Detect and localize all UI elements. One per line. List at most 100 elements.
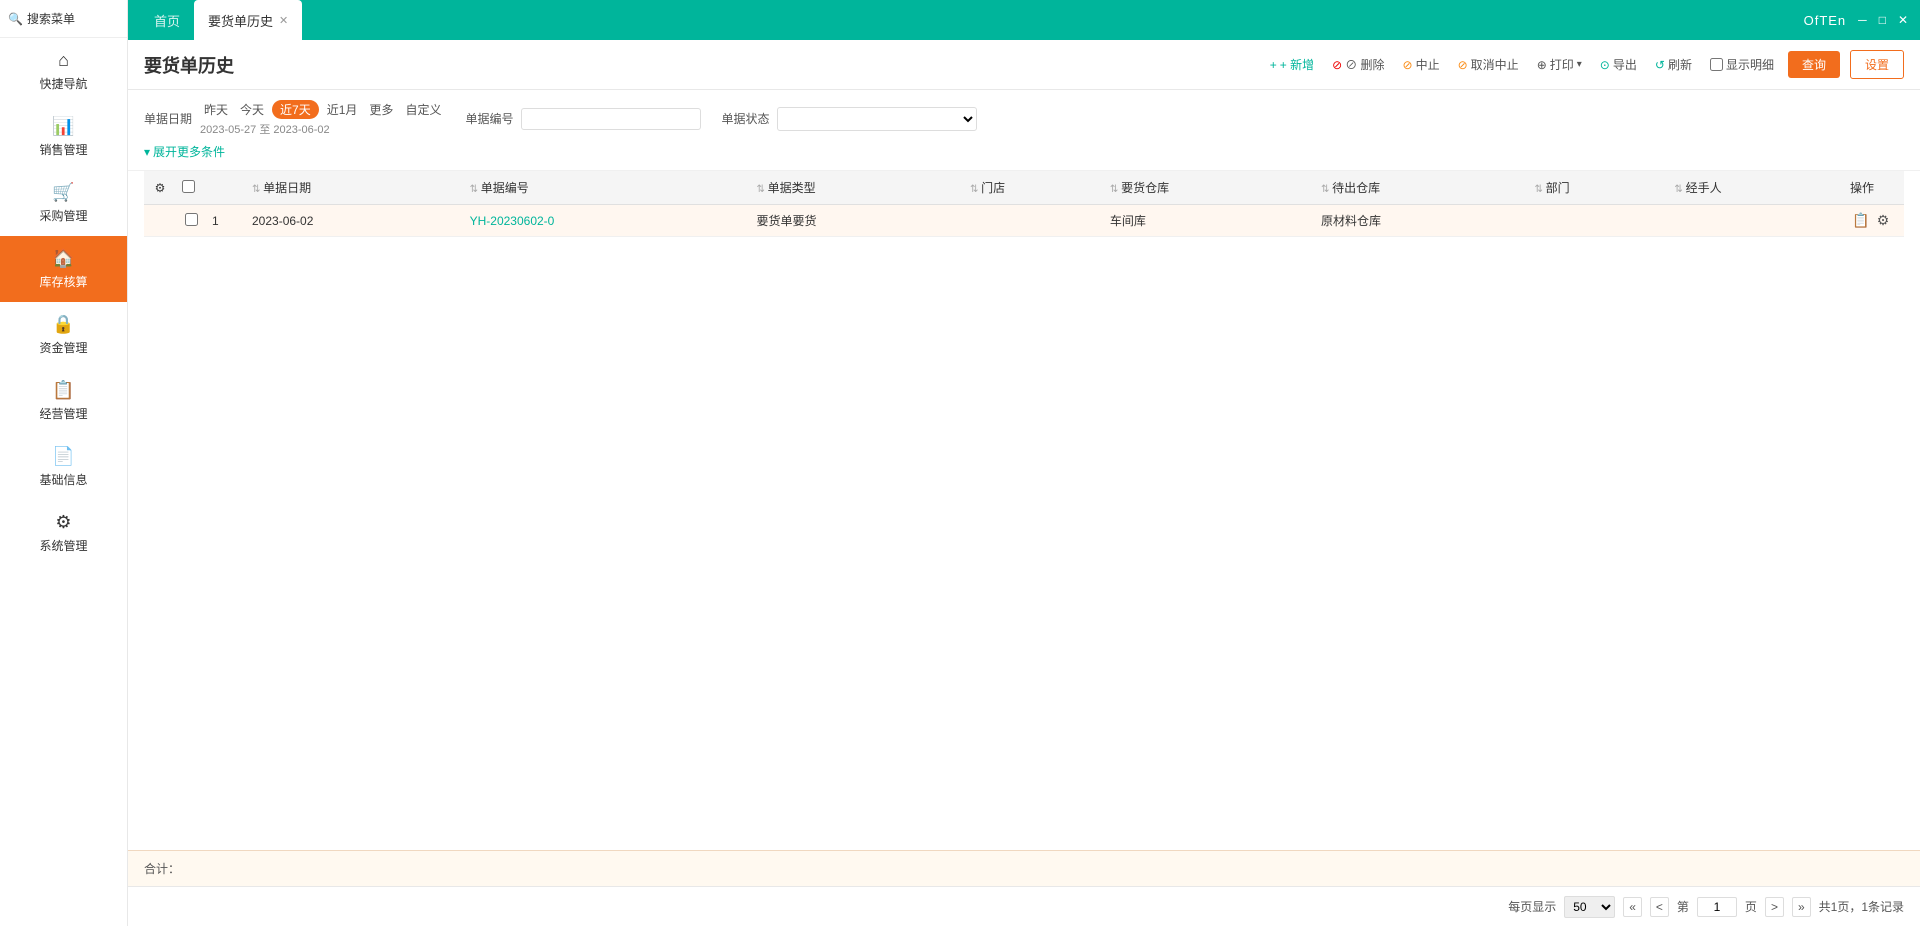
refresh-icon: ↺ (1655, 58, 1665, 72)
tab-home-label: 首页 (154, 11, 180, 30)
status-filter-group: 单据状态 (721, 107, 977, 131)
first-page-button[interactable]: « (1623, 897, 1642, 917)
often-label: OfTEn (1804, 13, 1847, 28)
export-icon: ⊙ (1600, 58, 1610, 72)
sidebar-item-purchase[interactable]: 🛒 采购管理 (0, 170, 127, 236)
per-page-select[interactable]: 20 50 100 (1564, 896, 1615, 918)
topbar: 首页 要货单历史 ✕ OfTEn ─ □ ✕ (128, 0, 1920, 40)
row-edit-icon[interactable]: 📋 (1852, 212, 1869, 228)
tab-close-icon[interactable]: ✕ (279, 14, 288, 27)
column-doc-type[interactable]: ⇅ 单据类型 (750, 171, 964, 205)
row-date: 2023-06-02 (246, 205, 464, 237)
filter-row: 单据日期 昨天 今天 近7天 近1月 更多 自定义 2023-05-27 至 2… (144, 100, 1904, 137)
sidebar-item-ops[interactable]: 📋 经营管理 (0, 368, 127, 434)
status-label: 单据状态 (721, 110, 769, 127)
new-button[interactable]: + + 新增 (1266, 54, 1318, 75)
row-doc-no: YH-20230602-0 (464, 205, 751, 237)
doc-no-filter-group: 单据编号 (465, 108, 701, 130)
data-table: ⚙ ⇅ 单据日期 ⇅ 单据编号 ⇅ 单据类型 ⇅ 门店 ⇅ 要货仓库 ⇅ 待出仓… (144, 171, 1904, 237)
column-ops: 操作 (1844, 171, 1904, 205)
expand-icon: ▾ (144, 145, 150, 159)
table-body: 1 2023-06-02 YH-20230602-0 要货单要货 车间库 原材料… (144, 205, 1904, 237)
cancel-stop-button[interactable]: ⊘ 取消中止 (1454, 54, 1523, 75)
export-button[interactable]: ⊙ 导出 (1596, 54, 1641, 75)
maximize-button[interactable]: □ (1879, 13, 1886, 27)
page-number-input[interactable] (1697, 897, 1737, 917)
column-pending-warehouse[interactable]: ⇅ 待出仓库 (1315, 171, 1529, 205)
stop-button[interactable]: ⊘ 中止 (1399, 54, 1444, 75)
sidebar-item-home[interactable]: ⌂ 快捷导航 (0, 38, 127, 104)
tab-history[interactable]: 要货单历史 ✕ (194, 0, 302, 40)
sidebar-item-basic[interactable]: 📄 基础信息 (0, 434, 127, 500)
tab-home[interactable]: 首页 (140, 0, 194, 40)
page-title: 要货单历史 (144, 52, 1258, 78)
last-page-button[interactable]: » (1792, 897, 1811, 917)
row-handler (1668, 205, 1844, 237)
column-date[interactable]: ⇅ 单据日期 (246, 171, 464, 205)
row-select-checkbox[interactable] (185, 213, 198, 226)
date-opt-today[interactable]: 今天 (236, 100, 268, 119)
column-handler[interactable]: ⇅ 经手人 (1668, 171, 1844, 205)
row-doc-type: 要货单要货 (750, 205, 964, 237)
display-detail-checkbox[interactable] (1710, 58, 1723, 71)
sort-icon: ⇅ (970, 184, 981, 195)
date-options-group: 昨天 今天 近7天 近1月 更多 自定义 2023-05-27 至 2023-0… (200, 100, 445, 137)
date-range-display: 2023-05-27 至 2023-06-02 (200, 121, 445, 137)
date-opt-yesterday[interactable]: 昨天 (200, 100, 232, 119)
select-all-checkbox[interactable] (182, 180, 195, 193)
sort-icon: ⇅ (1321, 184, 1332, 195)
sidebar-item-label: 经营管理 (39, 405, 87, 422)
date-opt-1month[interactable]: 近1月 (323, 100, 362, 119)
column-settings[interactable]: ⚙ (144, 171, 176, 205)
column-checkbox (176, 171, 206, 205)
status-select[interactable] (777, 107, 977, 131)
query-button[interactable]: 查询 (1788, 51, 1840, 78)
pagination: 每页显示 20 50 100 « < 第 页 > » 共1页，1条记录 (128, 886, 1920, 926)
date-opt-7days[interactable]: 近7天 (272, 100, 319, 119)
expand-label: 展开更多条件 (153, 143, 225, 160)
column-store[interactable]: ⇅ 门店 (964, 171, 1104, 205)
doc-no-input[interactable] (521, 108, 701, 130)
date-opt-custom[interactable]: 自定义 (401, 100, 445, 119)
row-more-icon[interactable]: ⚙ (1877, 212, 1890, 228)
sales-icon: 📊 (52, 116, 74, 137)
sidebar-item-inventory[interactable]: 🏠 库存核算 (0, 236, 127, 302)
sidebar-item-system[interactable]: ⚙ 系统管理 (0, 500, 127, 566)
sidebar-item-finance[interactable]: 🔒 资金管理 (0, 302, 127, 368)
sidebar-item-label: 快捷导航 (39, 75, 87, 92)
close-button[interactable]: ✕ (1898, 13, 1908, 27)
sort-icon: ⇅ (1674, 184, 1685, 195)
search-menu[interactable]: 🔍 搜索菜单 (0, 0, 127, 38)
expand-conditions-button[interactable]: ▾ 展开更多条件 (144, 143, 1904, 160)
row-settings (144, 205, 176, 237)
gear-icon: ⚙ (155, 181, 166, 195)
delete-button[interactable]: ⊘ ⊘ 删除 (1328, 54, 1388, 75)
sidebar-item-label: 采购管理 (39, 207, 87, 224)
sidebar-item-sales[interactable]: 📊 销售管理 (0, 104, 127, 170)
ops-icon: 📋 (52, 380, 74, 401)
row-checkbox[interactable] (176, 205, 206, 237)
doc-no-link[interactable]: YH-20230602-0 (470, 214, 555, 228)
row-num: 1 (206, 205, 246, 237)
inventory-icon: 🏠 (52, 248, 74, 269)
refresh-button[interactable]: ↺ 刷新 (1651, 54, 1696, 75)
sidebar-item-label: 系统管理 (39, 537, 87, 554)
column-num (206, 171, 246, 205)
per-page-label: 每页显示 (1508, 898, 1556, 915)
page-label: 第 (1677, 898, 1689, 915)
print-button[interactable]: ⊕ 打印 ▾ (1533, 54, 1586, 75)
column-doc-no[interactable]: ⇅ 单据编号 (464, 171, 751, 205)
page-header: 要货单历史 + + 新增 ⊘ ⊘ 删除 ⊘ 中止 ⊘ 取消中止 (128, 40, 1920, 90)
minimize-button[interactable]: ─ (1858, 13, 1867, 27)
sidebar: 🔍 搜索菜单 ⌂ 快捷导航 📊 销售管理 🛒 采购管理 🏠 库存核算 🔒 资金管… (0, 0, 128, 926)
date-opt-more[interactable]: 更多 (365, 100, 397, 119)
row-pending-warehouse: 原材料仓库 (1315, 205, 1529, 237)
display-detail-button[interactable]: 显示明细 (1706, 54, 1778, 75)
column-dept[interactable]: ⇅ 部门 (1529, 171, 1669, 205)
stop-icon: ⊘ (1403, 58, 1413, 72)
settings-button[interactable]: 设置 (1850, 50, 1904, 79)
next-page-button[interactable]: > (1765, 897, 1784, 917)
column-req-warehouse[interactable]: ⇅ 要货仓库 (1104, 171, 1315, 205)
delete-icon: ⊘ (1332, 58, 1342, 72)
prev-page-button[interactable]: < (1650, 897, 1669, 917)
